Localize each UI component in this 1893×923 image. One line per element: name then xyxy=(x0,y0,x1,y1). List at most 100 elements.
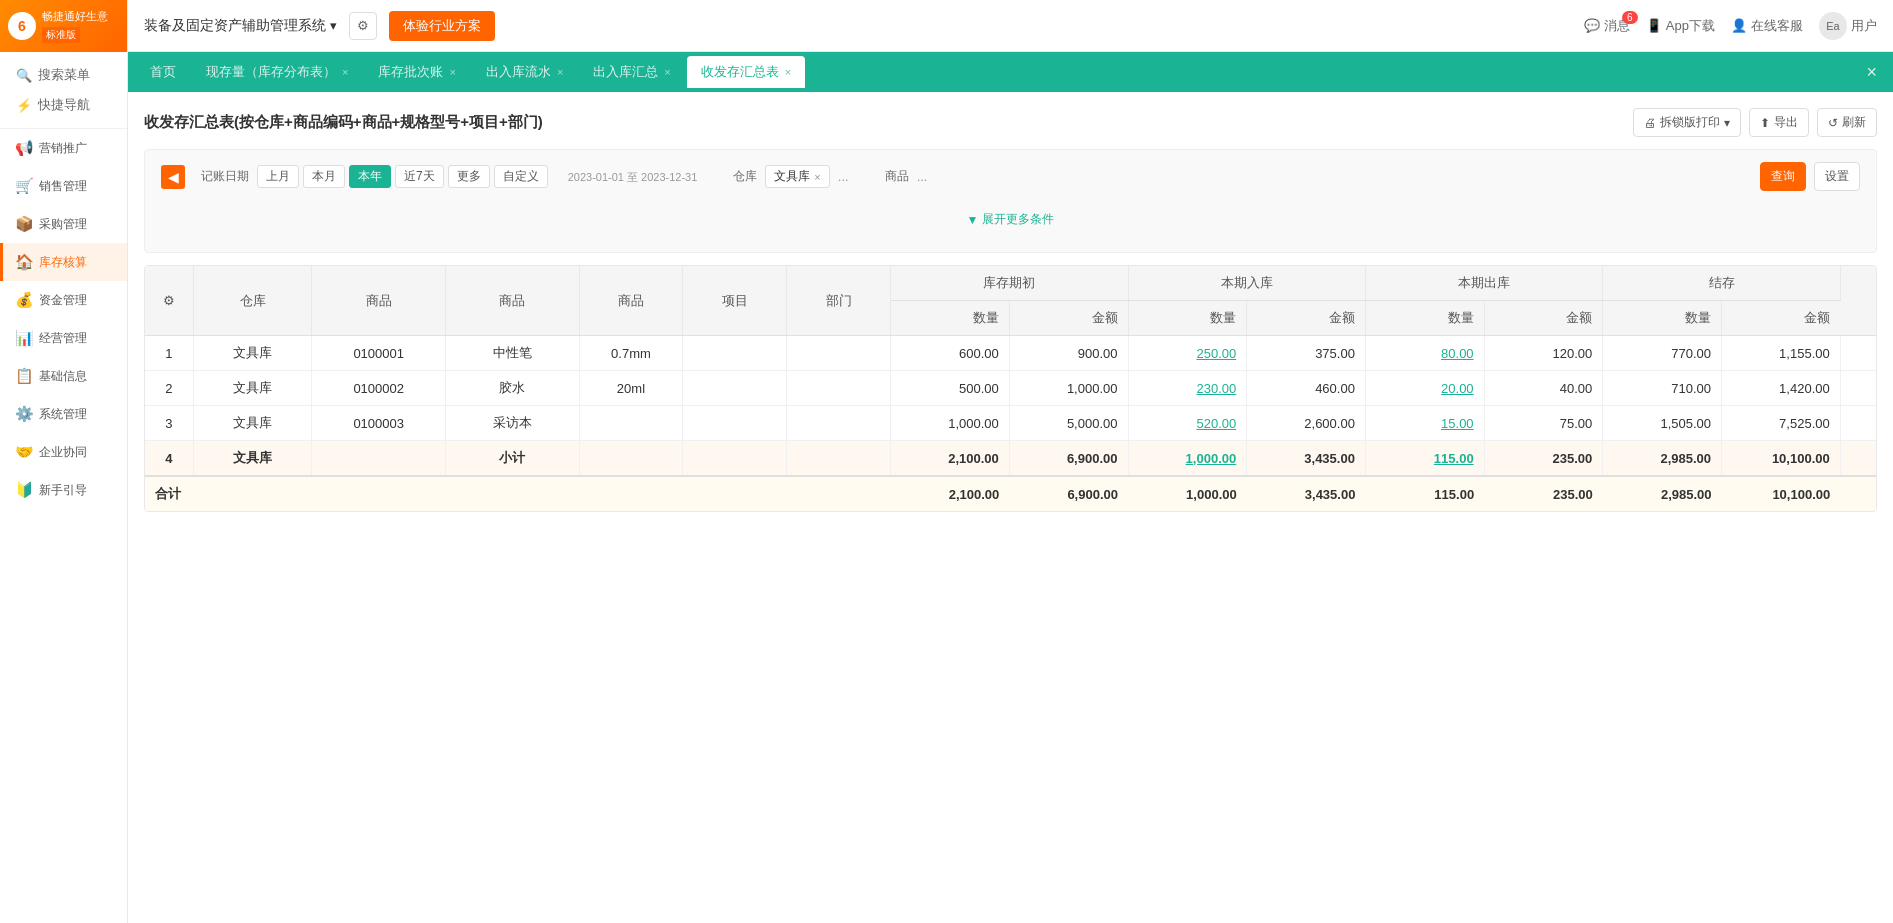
total-init-amt: 6,900.00 xyxy=(1009,476,1128,511)
tab-inventory-dist-close[interactable]: × xyxy=(342,66,348,78)
row1-bal-amt: 1,155.00 xyxy=(1722,336,1841,371)
subtotal-out-amt: 235.00 xyxy=(1484,441,1603,477)
row1-out-amt: 120.00 xyxy=(1484,336,1603,371)
tab-batch[interactable]: 库存批次账 × xyxy=(364,56,469,88)
subtotal-in-qty[interactable]: 1,000.00 xyxy=(1128,441,1247,477)
tab-recv-summary[interactable]: 收发存汇总表 × xyxy=(687,56,805,88)
row2-in-qty[interactable]: 230.00 xyxy=(1128,371,1247,406)
sidebar-item-collab[interactable]: 🤝 企业协同 xyxy=(0,433,127,471)
tab-inventory-dist[interactable]: 现存量（库存分布表） × xyxy=(192,56,362,88)
app-download-action[interactable]: 📱 App下载 xyxy=(1646,17,1715,35)
sidebar-item-marketing[interactable]: 📢 营销推广 xyxy=(0,129,127,167)
date-custom[interactable]: 自定义 xyxy=(494,165,548,188)
sidebar-item-system[interactable]: ⚙️ 系统管理 xyxy=(0,395,127,433)
export-button[interactable]: ⬆ 导出 xyxy=(1749,108,1809,137)
message-badge: 6 xyxy=(1622,11,1638,24)
trial-button[interactable]: 体验行业方案 xyxy=(389,11,495,41)
row3-no: 3 xyxy=(145,406,193,441)
tab-batch-close[interactable]: × xyxy=(449,66,455,78)
date-last-month[interactable]: 上月 xyxy=(257,165,299,188)
sales-icon: 🛒 xyxy=(15,177,33,195)
row1-code: 0100001 xyxy=(312,336,446,371)
row3-init-amt: 5,000.00 xyxy=(1009,406,1128,441)
quick-nav-item[interactable]: ⚡ 快捷导航 xyxy=(8,90,119,120)
quick-nav-label: 快捷导航 xyxy=(38,96,90,114)
sidebar-item-base[interactable]: 📋 基础信息 xyxy=(0,357,127,395)
tab-bar: 首页 现存量（库存分布表） × 库存批次账 × 出入库流水 × 出入库汇总 × … xyxy=(128,52,1893,92)
goods-filter-label: 商品 xyxy=(885,168,909,185)
sidebar-item-sales[interactable]: 🛒 销售管理 xyxy=(0,167,127,205)
tab-flow[interactable]: 出入库流水 × xyxy=(472,56,577,88)
filter-collapse-button[interactable]: ◀ xyxy=(161,165,185,189)
date-this-month[interactable]: 本月 xyxy=(303,165,345,188)
settings-filter-button[interactable]: 设置 xyxy=(1814,162,1860,191)
row2-in-amt: 460.00 xyxy=(1247,371,1366,406)
refresh-button[interactable]: ↺ 刷新 xyxy=(1817,108,1877,137)
subtotal-spec xyxy=(579,441,683,477)
sidebar-item-purchase[interactable]: 📦 采购管理 xyxy=(0,205,127,243)
date-this-year[interactable]: 本年 xyxy=(349,165,391,188)
search-menu-item[interactable]: 🔍 搜索菜单 xyxy=(8,60,119,90)
close-all-tabs-button[interactable]: × xyxy=(1858,58,1885,87)
row3-name: 采访本 xyxy=(445,406,579,441)
date-more[interactable]: 更多 xyxy=(448,165,490,188)
logo-icon: 6 xyxy=(8,12,36,40)
sidebar-logo: 6 畅捷通好生意 标准版 xyxy=(0,0,127,52)
settings-label: 设置 xyxy=(1825,168,1849,185)
query-button[interactable]: 查询 xyxy=(1760,162,1806,191)
system-selector[interactable]: 装备及固定资产辅助管理系统 ▾ xyxy=(144,17,337,35)
row2-warehouse: 文具库 xyxy=(193,371,312,406)
row3-in-qty[interactable]: 520.00 xyxy=(1128,406,1247,441)
tab-in-out-summary-close[interactable]: × xyxy=(664,66,670,78)
row1-in-amt: 375.00 xyxy=(1247,336,1366,371)
print-icon: 🖨 xyxy=(1644,116,1656,130)
table-body: 1 文具库 0100001 中性笔 0.7mm 600.00 900.00 25… xyxy=(145,336,1876,477)
tab-flow-label: 出入库流水 xyxy=(486,63,551,81)
goods-more-button[interactable]: ... xyxy=(917,169,928,184)
col-dept-header: 部门 xyxy=(787,266,891,336)
col-settings-header[interactable]: ⚙ xyxy=(145,266,193,336)
row2-spec: 20ml xyxy=(579,371,683,406)
print-button[interactable]: 🖨 拆锁版打印 ▾ xyxy=(1633,108,1741,137)
refresh-icon: ↺ xyxy=(1828,116,1838,130)
table-header-row-1: ⚙ 仓库 商品 商品 商品 项目 部门 库存期初 本期入库 本期出库 xyxy=(145,266,1876,301)
subtotal-name: 小计 xyxy=(445,441,579,477)
row1-no: 1 xyxy=(145,336,193,371)
settings-col-icon: ⚙ xyxy=(163,293,175,308)
row2-dept xyxy=(787,371,891,406)
warehouse-remove-button[interactable]: × xyxy=(814,171,820,183)
expand-conditions-button[interactable]: ▼ 展开更多条件 xyxy=(967,207,1055,232)
tab-recv-summary-close[interactable]: × xyxy=(785,66,791,78)
sidebar-item-guide[interactable]: 🔰 新手引导 xyxy=(0,471,127,509)
user-action[interactable]: Ea 用户 xyxy=(1819,12,1877,40)
tab-in-out-summary[interactable]: 出入库汇总 × xyxy=(579,56,684,88)
purchase-label: 采购管理 xyxy=(39,216,87,233)
row1-out-qty[interactable]: 80.00 xyxy=(1365,336,1484,371)
logo-text: 畅捷通好生意 标准版 xyxy=(42,9,108,42)
message-action[interactable]: 💬 消息 6 xyxy=(1584,17,1630,35)
subtotal-warehouse: 文具库 xyxy=(193,441,312,477)
date-7days[interactable]: 近7天 xyxy=(395,165,444,188)
sidebar-item-finance[interactable]: 💰 资金管理 xyxy=(0,281,127,319)
online-service-label: 在线客服 xyxy=(1751,17,1803,35)
sidebar-nav: 📢 营销推广 🛒 销售管理 📦 采购管理 🏠 库存核算 💰 资金管理 📊 经营管… xyxy=(0,129,127,923)
row1-in-qty[interactable]: 250.00 xyxy=(1128,336,1247,371)
settings-button[interactable]: ⚙ xyxy=(349,12,377,40)
sidebar-item-inventory[interactable]: 🏠 库存核算 xyxy=(0,243,127,281)
row3-out-qty[interactable]: 15.00 xyxy=(1365,406,1484,441)
sidebar-item-business[interactable]: 📊 经营管理 xyxy=(0,319,127,357)
row2-out-qty[interactable]: 20.00 xyxy=(1365,371,1484,406)
tab-home[interactable]: 首页 xyxy=(136,56,190,88)
online-service-action[interactable]: 👤 在线客服 xyxy=(1731,17,1803,35)
print-label: 拆锁版打印 xyxy=(1660,114,1720,131)
row2-init-qty: 500.00 xyxy=(891,371,1010,406)
subtotal-bal-qty: 2,985.00 xyxy=(1603,441,1722,477)
warehouse-more-button[interactable]: ... xyxy=(838,169,849,184)
row3-bal-amt: 7,525.00 xyxy=(1722,406,1841,441)
subtotal-out-qty[interactable]: 115.00 xyxy=(1365,441,1484,477)
warehouse-tag: 文具库 × xyxy=(765,165,829,188)
warehouse-filter-group: 仓库 文具库 × ... xyxy=(733,165,848,188)
tab-flow-close[interactable]: × xyxy=(557,66,563,78)
subtotal-project xyxy=(683,441,787,477)
tab-inventory-dist-label: 现存量（库存分布表） xyxy=(206,63,336,81)
